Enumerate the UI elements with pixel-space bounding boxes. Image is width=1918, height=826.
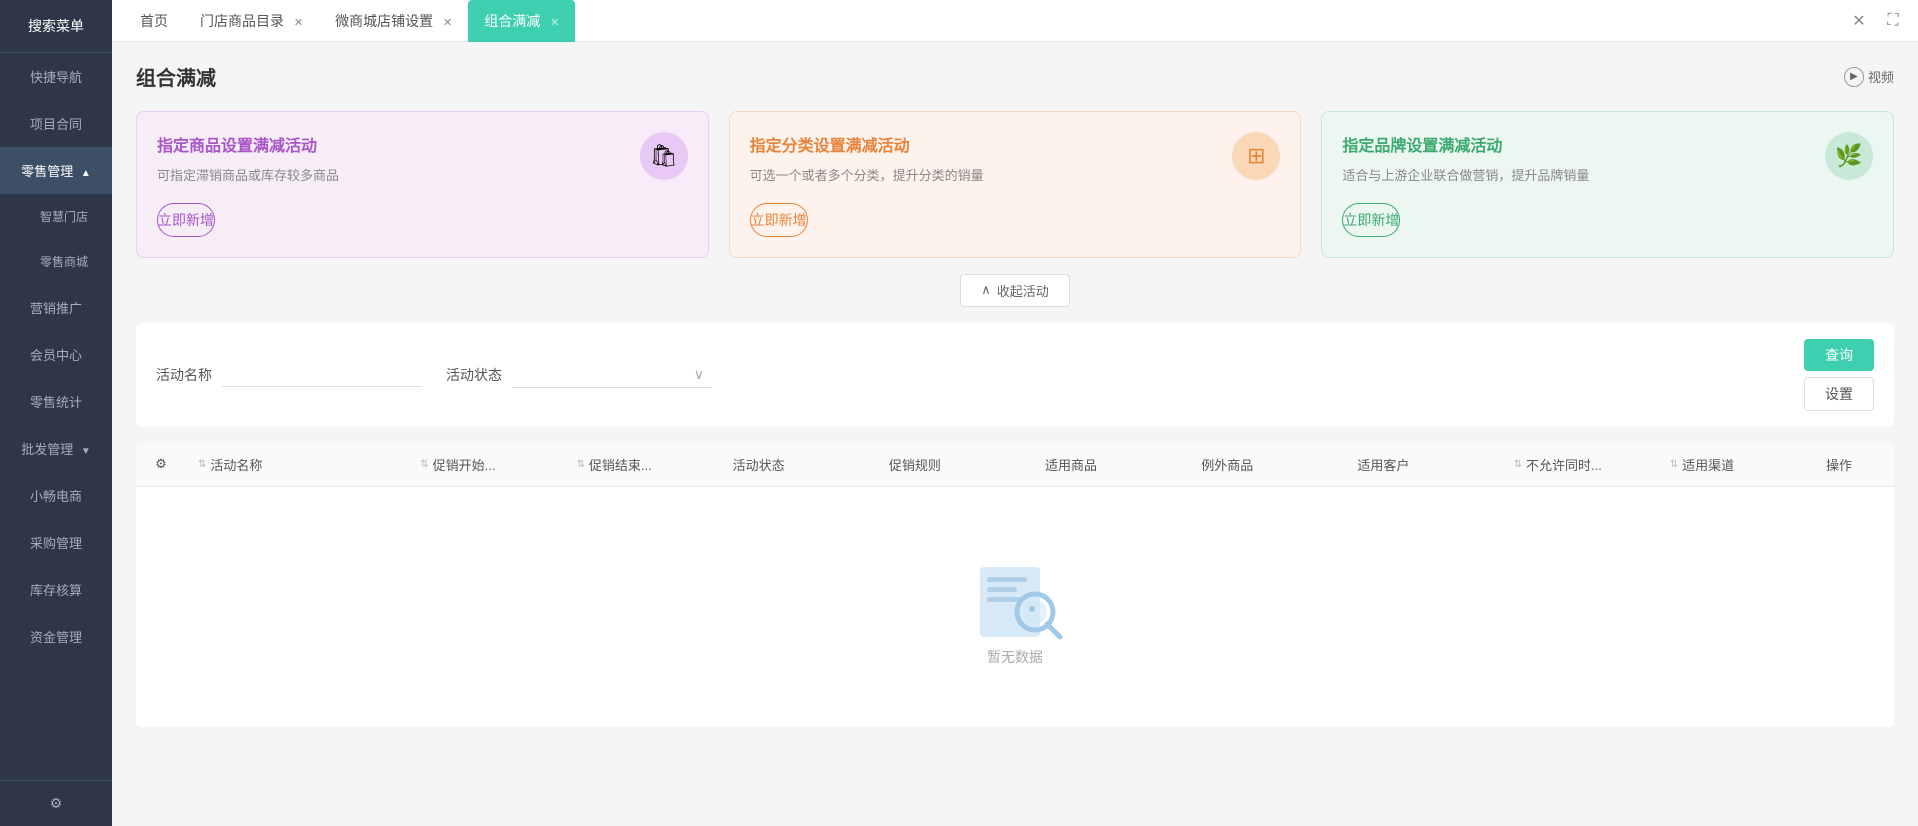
- wholesale-arrow: ▼: [81, 446, 91, 457]
- activity-card-brand: 指定品牌设置满减活动 🌿 适合与上游企业联合做营销，提升品牌销量 立即新增: [1321, 111, 1894, 258]
- sort-icon-concurrent: ⇅: [1514, 459, 1522, 470]
- page-content: 组合满减 ▶ 视频 指定商品设置满减活动 🛍 可指定滞销商品或库存较多商品 立即…: [112, 42, 1918, 826]
- tab-combo-discount[interactable]: 组合满减 ✕: [468, 0, 575, 42]
- th-promo-rule: 促销规则: [877, 455, 1033, 474]
- activity-cards: 指定商品设置满减活动 🛍 可指定滞销商品或库存较多商品 立即新增 指定分类设置满…: [136, 111, 1894, 258]
- page-title: 组合满减: [136, 62, 216, 91]
- th-applicable-goods: 适用商品: [1033, 455, 1189, 474]
- empty-state: 暂无数据: [136, 487, 1894, 727]
- video-link[interactable]: ▶ 视频: [1844, 67, 1894, 87]
- collapse-activities-btn[interactable]: ∧ 收起活动: [960, 274, 1070, 307]
- table-header: ⚙ ⇅ 活动名称 ⇅ 促销开始... ⇅ 促销结束... 活动状态: [136, 443, 1894, 487]
- brand-card-add-btn[interactable]: 立即新增: [1342, 203, 1400, 237]
- gear-icon: ⚙: [50, 795, 63, 811]
- product-card-add-btn[interactable]: 立即新增: [157, 203, 215, 237]
- th-gear[interactable]: ⚙: [136, 456, 186, 472]
- sidebar-item-quick-nav[interactable]: 快捷导航: [0, 53, 112, 100]
- category-card-title: 指定分类设置满减活动: [750, 132, 1281, 156]
- activity-status-select[interactable]: ∨: [512, 362, 712, 388]
- activity-name-field: 活动名称: [156, 362, 422, 387]
- sidebar-item-project-contract[interactable]: 项目合同: [0, 100, 112, 147]
- category-card-add-btn[interactable]: 立即新增: [750, 203, 808, 237]
- table-settings-icon: ⚙: [155, 456, 167, 472]
- tab-bar-actions: ✕ ⛶: [1846, 8, 1906, 34]
- empty-text: 暂无数据: [987, 647, 1043, 667]
- query-btn[interactable]: 查询: [1804, 339, 1874, 371]
- sidebar-item-inventory[interactable]: 库存核算: [0, 566, 112, 613]
- brand-card-icon: 🌿: [1825, 132, 1873, 180]
- chevron-down-icon: ∨: [694, 366, 704, 383]
- th-exception-goods: 例外商品: [1189, 455, 1345, 474]
- th-promo-end[interactable]: ⇅ 促销结束...: [564, 455, 720, 474]
- activity-status-label: 活动状态: [446, 365, 502, 385]
- page-header: 组合满减 ▶ 视频: [136, 62, 1894, 91]
- play-icon: ▶: [1844, 67, 1864, 87]
- activity-card-category: 指定分类设置满减活动 ⊞ 可选一个或者多个分类，提升分类的销量 立即新增: [729, 111, 1302, 258]
- tab-home[interactable]: 首页: [124, 0, 184, 42]
- search-actions: 查询 设置: [1804, 339, 1874, 411]
- sidebar-item-members[interactable]: 会员中心: [0, 331, 112, 378]
- product-card-title: 指定商品设置满减活动: [157, 132, 688, 156]
- sidebar-search[interactable]: 搜索菜单: [0, 0, 112, 53]
- th-action: 操作: [1814, 455, 1894, 474]
- th-activity-status: 活动状态: [721, 455, 877, 474]
- sidebar: 搜索菜单 快捷导航 项目合同 零售管理 ▲ 智慧门店 零售商城 营销推广 会员中…: [0, 0, 112, 826]
- sort-icon-channel: ⇅: [1670, 459, 1678, 470]
- empty-illustration: [955, 547, 1075, 647]
- table-container: ⚙ ⇅ 活动名称 ⇅ 促销开始... ⇅ 促销结束... 活动状态: [136, 443, 1894, 727]
- sidebar-item-retail-mgmt[interactable]: 零售管理 ▲: [0, 147, 112, 194]
- tab-bar: 首页 门店商品目录 ✕ 微商城店铺设置 ✕ 组合满减 ✕ ✕ ⛶: [112, 0, 1918, 42]
- sidebar-item-smart-store[interactable]: 智慧门店: [0, 194, 112, 239]
- collapse-bar: ∧ 收起活动: [136, 274, 1894, 307]
- sort-icon-start: ⇅: [420, 459, 428, 470]
- search-bar: 活动名称 活动状态 ∨ 查询 设置: [136, 323, 1894, 427]
- activity-status-field: 活动状态 ∨: [446, 362, 712, 388]
- sidebar-settings[interactable]: ⚙: [0, 780, 112, 826]
- sidebar-item-purchase-mgmt[interactable]: 采购管理: [0, 519, 112, 566]
- sort-icon: ⇅: [198, 459, 206, 470]
- brand-card-desc: 适合与上游企业联合做营销，提升品牌销量: [1342, 166, 1873, 187]
- sidebar-item-xc-ecommerce[interactable]: 小畅电商: [0, 472, 112, 519]
- th-activity-name[interactable]: ⇅ 活动名称: [186, 455, 408, 474]
- sort-icon-end: ⇅: [576, 459, 584, 470]
- sidebar-item-finance[interactable]: 资金管理: [0, 613, 112, 660]
- collapse-icon: ∧: [981, 282, 991, 298]
- brand-card-title: 指定品牌设置满减活动: [1342, 132, 1873, 156]
- sidebar-item-wholesale-mgmt[interactable]: 批发管理 ▼: [0, 425, 112, 472]
- sidebar-item-retail-stats[interactable]: 零售统计: [0, 378, 112, 425]
- tab-wechat-store[interactable]: 微商城店铺设置 ✕: [319, 0, 468, 42]
- product-card-desc: 可指定滞销商品或库存较多商品: [157, 166, 688, 187]
- main-content: 首页 门店商品目录 ✕ 微商城店铺设置 ✕ 组合满减 ✕ ✕ ⛶ 组合满减 ▶ …: [112, 0, 1918, 826]
- activity-card-product: 指定商品设置满减活动 🛍 可指定滞销商品或库存较多商品 立即新增: [136, 111, 709, 258]
- expand-window-btn[interactable]: ⛶: [1880, 8, 1906, 34]
- th-applicable-customer: 适用客户: [1345, 455, 1501, 474]
- activity-name-input[interactable]: [222, 362, 422, 387]
- activity-name-label: 活动名称: [156, 365, 212, 385]
- th-applicable-channel[interactable]: ⇅ 适用渠道: [1658, 455, 1814, 474]
- category-card-desc: 可选一个或者多个分类，提升分类的销量: [750, 166, 1281, 187]
- tab-close-combo-discount[interactable]: ✕: [550, 17, 559, 29]
- tab-close-store-catalog[interactable]: ✕: [294, 17, 303, 29]
- product-card-icon: 🛍: [640, 132, 688, 180]
- tab-store-catalog[interactable]: 门店商品目录 ✕: [184, 0, 319, 42]
- th-no-concurrent[interactable]: ⇅ 不允许同时...: [1502, 455, 1658, 474]
- category-card-icon: ⊞: [1232, 132, 1280, 180]
- sidebar-item-marketing[interactable]: 营销推广: [0, 284, 112, 331]
- close-window-btn[interactable]: ✕: [1846, 8, 1872, 34]
- th-promo-start[interactable]: ⇅ 促销开始...: [408, 455, 564, 474]
- retail-mgmt-arrow: ▲: [81, 168, 91, 179]
- setting-btn[interactable]: 设置: [1804, 377, 1874, 411]
- tab-close-wechat-store[interactable]: ✕: [443, 17, 452, 29]
- sidebar-item-retail-mall[interactable]: 零售商城: [0, 239, 112, 284]
